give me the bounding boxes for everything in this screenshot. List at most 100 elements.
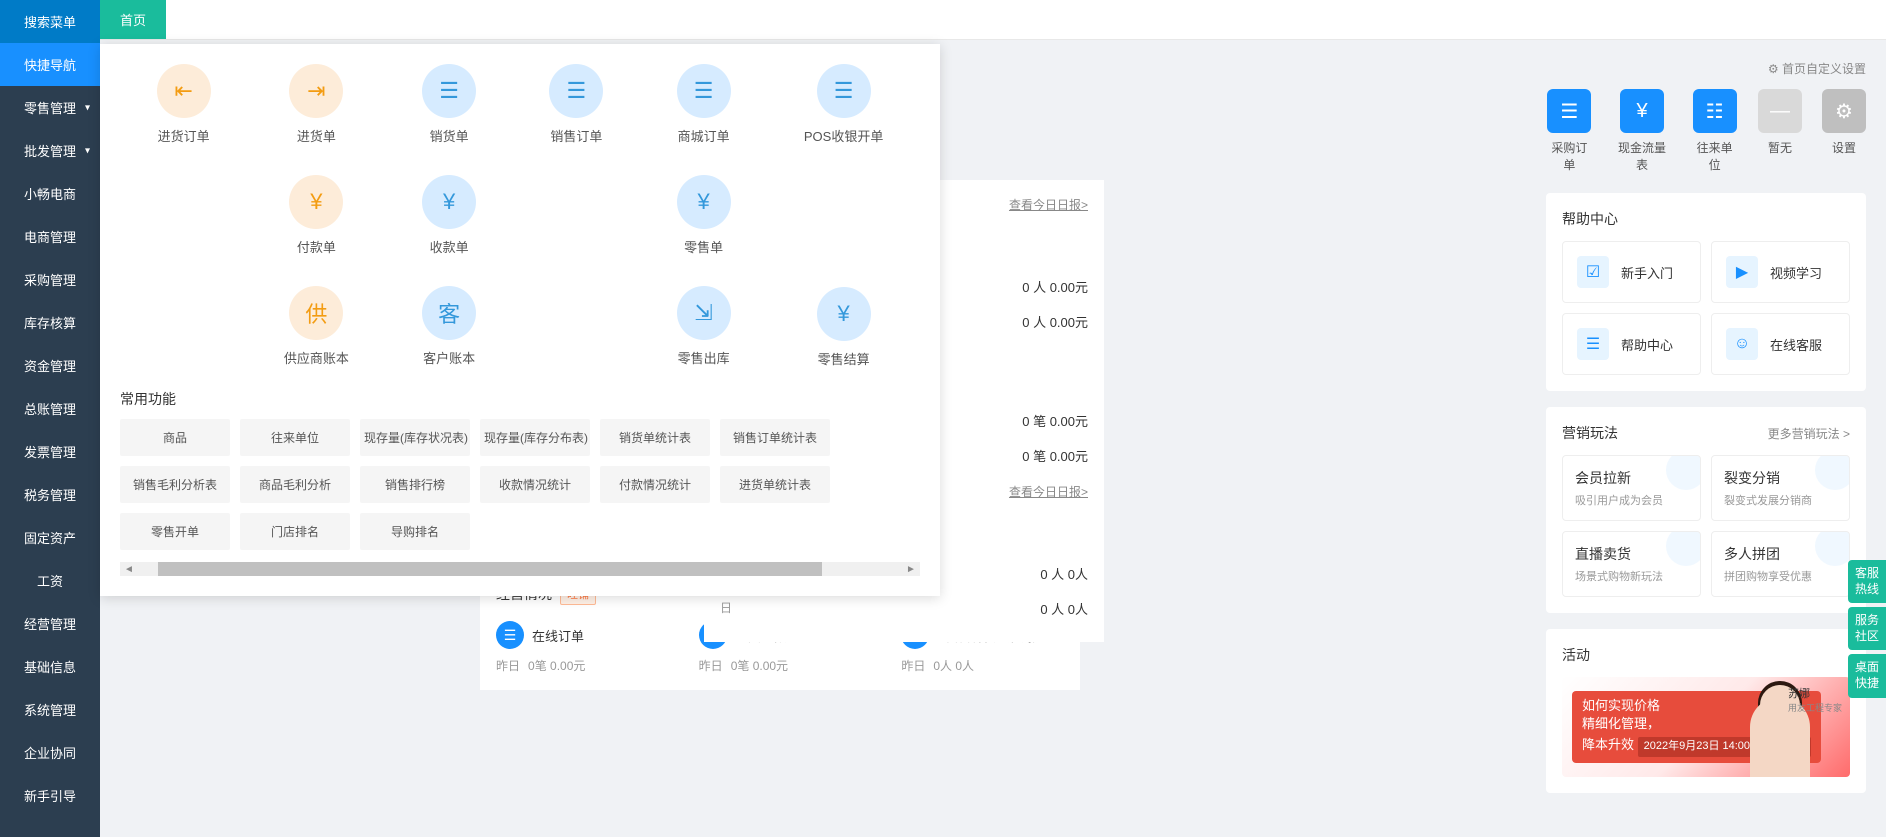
- flow-2-5[interactable]: ¥零售结算: [817, 287, 871, 368]
- flow-2-4[interactable]: ⇲零售出库: [677, 286, 731, 367]
- flow-0-1[interactable]: ⇥进货单: [289, 64, 343, 145]
- caret-icon: ▾: [85, 145, 90, 156]
- flow-icon: ⇤: [157, 64, 211, 118]
- common-title: 常用功能: [120, 389, 920, 409]
- sidebar-item-3[interactable]: 小畅电商: [0, 172, 100, 215]
- help-item-1[interactable]: ▶视频学习: [1711, 241, 1850, 303]
- flow-icon: ⇲: [677, 286, 731, 340]
- shortcut-2[interactable]: ☷往来单位: [1691, 89, 1738, 173]
- tab-bar: 首页: [100, 0, 1886, 40]
- flow-2-2[interactable]: 客客户账本: [422, 286, 476, 367]
- flow-0-3[interactable]: ☰销售订单: [549, 64, 603, 145]
- shortcut-4[interactable]: ⚙设置: [1822, 89, 1866, 173]
- report-link-2[interactable]: 查看今日日报>: [1009, 483, 1088, 502]
- sidebar-item-6[interactable]: 库存核算: [0, 301, 100, 344]
- biz-icon: ☰: [496, 621, 524, 649]
- flow-1-4[interactable]: ¥零售单: [677, 175, 731, 256]
- custom-home-link[interactable]: ⚙ 首页自定义设置: [1546, 60, 1866, 77]
- scroll-right-icon[interactable]: ►: [902, 564, 920, 575]
- market-item-1[interactable]: 裂变分销裂变式发展分销商: [1711, 455, 1850, 521]
- common-btn-6[interactable]: 销售毛利分析表: [120, 466, 230, 503]
- help-card: 帮助中心 ☑新手入门▶视频学习☰帮助中心☺在线客服: [1546, 193, 1866, 391]
- flow-icon: ☰: [677, 64, 731, 118]
- common-btn-3[interactable]: 现存量(库存分布表): [480, 419, 590, 456]
- flow-1-1[interactable]: ¥付款单: [289, 175, 343, 256]
- common-btn-8[interactable]: 销售排行榜: [360, 466, 470, 503]
- sidebar-item-7[interactable]: 资金管理: [0, 344, 100, 387]
- shortcut-0[interactable]: ☰采购订单: [1546, 89, 1593, 173]
- help-icon: ▶: [1726, 256, 1758, 288]
- common-btn-13[interactable]: 门店排名: [240, 513, 350, 550]
- common-btn-9[interactable]: 收款情况统计: [480, 466, 590, 503]
- flow-icon: 供: [289, 286, 343, 340]
- flow-0-4[interactable]: ☰商城订单: [677, 64, 731, 145]
- help-item-3[interactable]: ☺在线客服: [1711, 313, 1850, 375]
- flow-0-2[interactable]: ☰销货单: [422, 64, 476, 145]
- shortcut-1[interactable]: ¥现金流量表: [1613, 89, 1671, 173]
- marketing-card: 营销玩法 更多营销玩法 > 会员拉新吸引用户成为会员裂变分销裂变式发展分销商直播…: [1546, 407, 1866, 613]
- common-btn-4[interactable]: 销货单统计表: [600, 419, 710, 456]
- sidebar: 搜索菜单 快捷导航零售管理▾批发管理▾小畅电商电商管理采购管理库存核算资金管理总…: [0, 0, 100, 837]
- common-btn-11[interactable]: 进货单统计表: [720, 466, 830, 503]
- common-btn-7[interactable]: 商品毛利分析: [240, 466, 350, 503]
- float-btn-1[interactable]: 服务社区: [1848, 607, 1886, 650]
- sidebar-item-2[interactable]: 批发管理▾: [0, 129, 100, 172]
- market-item-0[interactable]: 会员拉新吸引用户成为会员: [1562, 455, 1701, 521]
- activity-banner[interactable]: 如何实现价格 精细化管理， 降本升效 2022年9月23日 14:00（星期五）…: [1562, 677, 1850, 777]
- sidebar-item-4[interactable]: 电商管理: [0, 215, 100, 258]
- flow-0-5[interactable]: ☰POS收银开单: [804, 64, 883, 145]
- shortcut-3[interactable]: —暂无: [1758, 89, 1802, 173]
- quicknav-scrollbar[interactable]: ◄ ►: [120, 562, 920, 576]
- common-btn-0[interactable]: 商品: [120, 419, 230, 456]
- flow-1-2[interactable]: ¥收款单: [422, 175, 476, 256]
- common-btn-14[interactable]: 导购排名: [360, 513, 470, 550]
- sidebar-item-16[interactable]: 企业协同: [0, 731, 100, 774]
- common-btn-10[interactable]: 付款情况统计: [600, 466, 710, 503]
- float-btn-0[interactable]: 客服热线: [1848, 560, 1886, 603]
- sidebar-item-10[interactable]: 税务管理: [0, 473, 100, 516]
- shortcut-icon: —: [1758, 89, 1802, 133]
- sidebar-search[interactable]: 搜索菜单: [0, 0, 100, 43]
- flow-icon: ☰: [422, 64, 476, 118]
- common-btn-1[interactable]: 往来单位: [240, 419, 350, 456]
- sidebar-item-14[interactable]: 基础信息: [0, 645, 100, 688]
- sidebar-item-15[interactable]: 系统管理: [0, 688, 100, 731]
- flow-icon: ⇥: [289, 64, 343, 118]
- sidebar-item-0[interactable]: 快捷导航: [0, 43, 100, 86]
- sidebar-item-1[interactable]: 零售管理▾: [0, 86, 100, 129]
- sidebar-item-17[interactable]: 新手引导: [0, 774, 100, 817]
- common-btn-2[interactable]: 现存量(库存状况表): [360, 419, 470, 456]
- help-title: 帮助中心: [1562, 209, 1618, 229]
- market-item-2[interactable]: 直播卖货场景式购物新玩法: [1562, 531, 1701, 597]
- flow-icon: ¥: [422, 175, 476, 229]
- scroll-left-icon[interactable]: ◄: [120, 564, 138, 575]
- marketing-title: 营销玩法: [1562, 423, 1618, 443]
- flow-0-0[interactable]: ⇤进货订单: [157, 64, 211, 145]
- flow-2-1[interactable]: 供供应商账本: [284, 286, 349, 367]
- sidebar-item-5[interactable]: 采购管理: [0, 258, 100, 301]
- common-btn-12[interactable]: 零售开单: [120, 513, 230, 550]
- caret-icon: ▾: [85, 102, 90, 113]
- help-icon: ☰: [1577, 328, 1609, 360]
- help-item-2[interactable]: ☰帮助中心: [1562, 313, 1701, 375]
- activity-card: 活动 如何实现价格 精细化管理， 降本升效 2022年9月23日 14:00（星…: [1546, 629, 1866, 793]
- sidebar-item-9[interactable]: 发票管理: [0, 430, 100, 473]
- report-link-1[interactable]: 查看今日日报>: [1009, 196, 1088, 215]
- sidebar-item-11[interactable]: 固定资产: [0, 516, 100, 559]
- help-item-0[interactable]: ☑新手入门: [1562, 241, 1701, 303]
- common-btn-5[interactable]: 销售订单统计表: [720, 419, 830, 456]
- market-item-3[interactable]: 多人拼团拼团购物享受优惠: [1711, 531, 1850, 597]
- sidebar-item-13[interactable]: 经营管理: [0, 602, 100, 645]
- tab-home[interactable]: 首页: [100, 0, 166, 39]
- sidebar-item-8[interactable]: 总账管理: [0, 387, 100, 430]
- flow-icon: ¥: [677, 175, 731, 229]
- scroll-thumb[interactable]: [158, 562, 822, 576]
- help-icon: ☺: [1726, 328, 1758, 360]
- flow-icon: ¥: [817, 287, 871, 341]
- flow-icon: ☰: [549, 64, 603, 118]
- sidebar-item-12[interactable]: 工资: [0, 559, 100, 602]
- quicknav-panel: ⇤进货订单 ⇥进货单 ¥付款单供供应商账本 ☰销货单 ¥收款单客客户账本 ☰销售订单 ☰商城…: [100, 44, 940, 596]
- float-btn-2[interactable]: 桌面快捷: [1848, 654, 1886, 697]
- marketing-more[interactable]: 更多营销玩法 >: [1768, 425, 1850, 442]
- help-icon: ☑: [1577, 256, 1609, 288]
